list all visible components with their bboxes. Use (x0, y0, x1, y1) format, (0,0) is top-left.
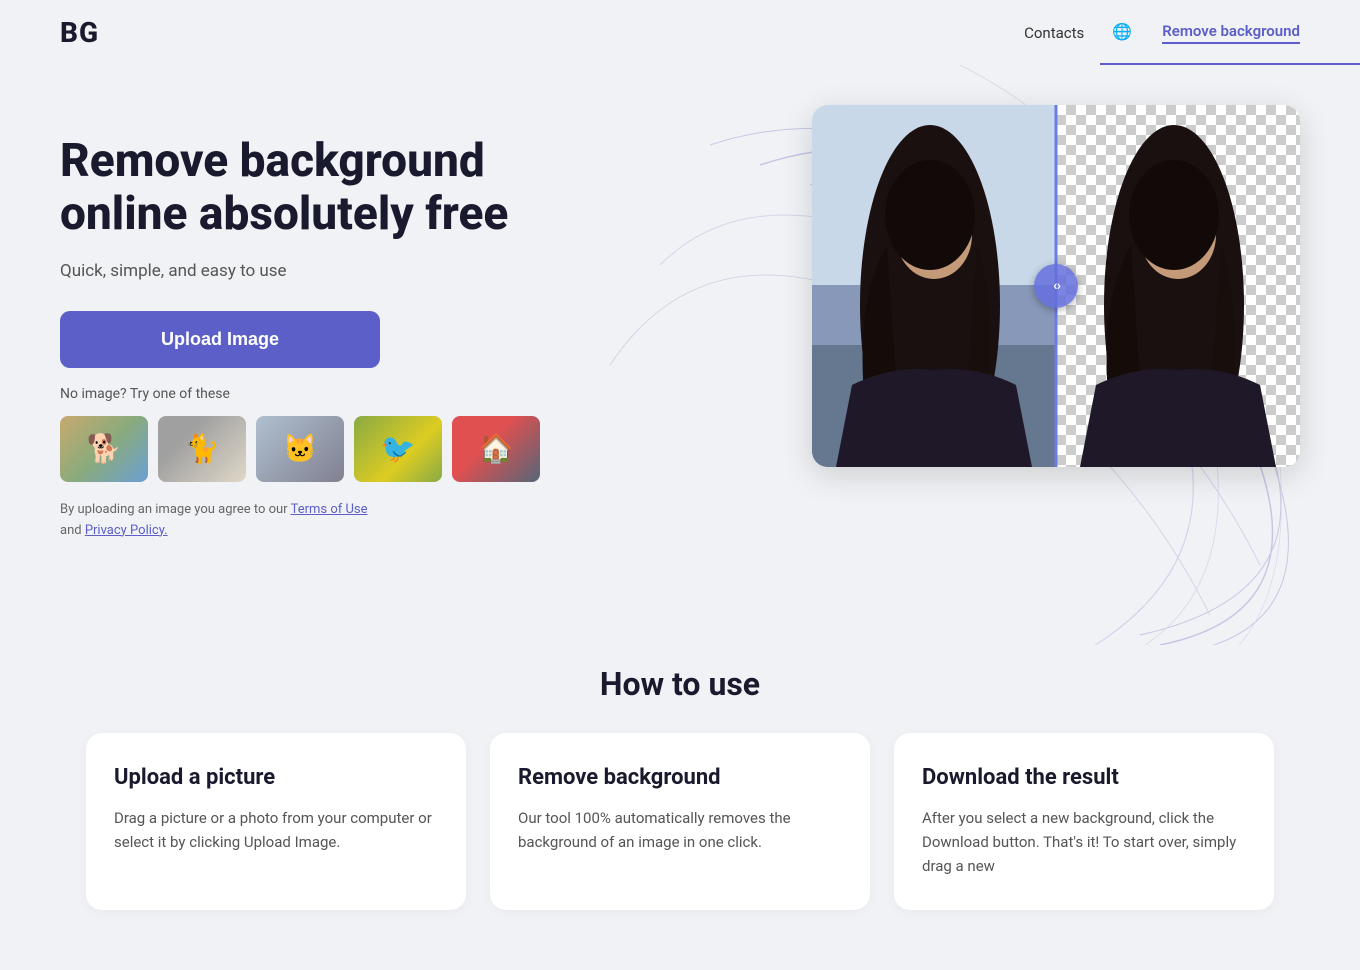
how-to-use-section: How to use Upload a picture Drag a pictu… (0, 645, 1360, 970)
how-card-remove-title: Remove background (518, 765, 842, 790)
hero-section: Remove background online absolutely free… (0, 65, 1360, 645)
remove-bg-nav-link[interactable]: Remove background (1162, 22, 1300, 44)
sample-images-row: 🐕 🐈 🐱 🐦 🏠 (60, 416, 560, 482)
terms-text: By uploading an image you agree to our T… (60, 500, 560, 542)
privacy-policy-link[interactable]: Privacy Policy. (85, 523, 168, 538)
header: BG Contacts 🌐 Remove background (0, 0, 1360, 65)
compare-handle[interactable]: ‹ › (1034, 264, 1078, 308)
hero-subtitle: Quick, simple, and easy to use (60, 261, 560, 281)
sample-image-cats[interactable]: 🐱 (256, 416, 344, 482)
privacy-prefix: and (60, 523, 85, 538)
how-card-remove: Remove background Our tool 100% automati… (490, 733, 870, 910)
how-card-download: Download the result After you select a n… (894, 733, 1274, 910)
how-card-upload-text: Drag a picture or a photo from your comp… (114, 806, 438, 854)
sample-image-cat-standing[interactable]: 🐈 (158, 416, 246, 482)
sample-image-house[interactable]: 🏠 (452, 416, 540, 482)
how-card-upload: Upload a picture Drag a picture or a pho… (86, 733, 466, 910)
hero-right: ‹ › (560, 105, 1300, 467)
compare-transparent-side (1056, 105, 1300, 467)
how-to-use-cards: Upload a picture Drag a picture or a pho… (60, 733, 1300, 910)
original-photo-svg (812, 105, 1056, 467)
globe-icon[interactable]: 🌐 (1112, 22, 1134, 44)
logo[interactable]: BG (60, 16, 99, 49)
nav: Contacts 🌐 Remove background (1024, 22, 1300, 44)
how-card-download-text: After you select a new background, click… (922, 806, 1246, 878)
header-divider (1100, 63, 1360, 65)
compare-original-side (812, 105, 1056, 467)
upload-image-button[interactable]: Upload Image (60, 311, 380, 368)
hero-left: Remove background online absolutely free… (60, 105, 560, 541)
how-card-remove-text: Our tool 100% automatically removes the … (518, 806, 842, 854)
no-image-text: No image? Try one of these (60, 386, 560, 402)
contacts-link[interactable]: Contacts (1024, 24, 1084, 42)
how-card-upload-title: Upload a picture (114, 765, 438, 790)
how-card-download-title: Download the result (922, 765, 1246, 790)
terms-prefix: By uploading an image you agree to our (60, 502, 291, 517)
sample-image-dog[interactable]: 🐕 (60, 416, 148, 482)
sample-image-bird[interactable]: 🐦 (354, 416, 442, 482)
hero-title: Remove background online absolutely free (60, 135, 540, 241)
image-compare-container: ‹ › (812, 105, 1300, 467)
how-to-use-title: How to use (60, 665, 1300, 703)
terms-of-use-link[interactable]: Terms of Use (291, 502, 368, 517)
cutout-svg (1056, 105, 1300, 467)
compare-arrows-icon: ‹ › (1053, 278, 1059, 294)
